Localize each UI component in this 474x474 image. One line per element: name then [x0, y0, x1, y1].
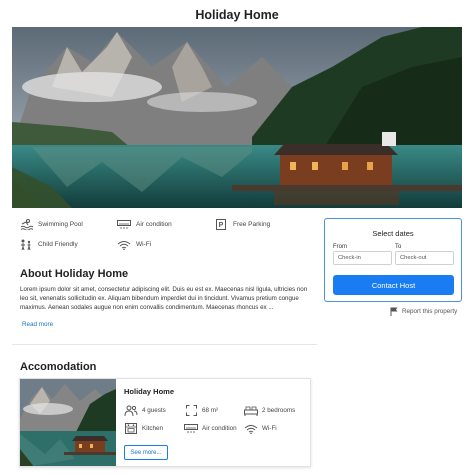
flag-icon [390, 307, 398, 316]
to-label: To [395, 244, 402, 250]
area-icon [184, 405, 198, 416]
accommodation-name: Holiday Home [124, 387, 175, 396]
feature-guests: 4 guests [124, 405, 166, 416]
select-dates-title: Select dates [372, 229, 414, 238]
amenity-free-parking: P Free Parking [214, 219, 270, 230]
air-condition-icon [117, 219, 131, 230]
feature-area: 68 m² [184, 405, 218, 416]
amenity-wifi: Wi-Fi [117, 239, 151, 250]
contact-host-button[interactable]: Contact Host [333, 275, 454, 295]
feature-air-condition: Air condition [184, 423, 237, 434]
report-label: Report this property [402, 308, 458, 315]
booking-panel: Select dates From To Check-in Check-out … [324, 218, 462, 302]
feature-bedrooms: 2 bedrooms [244, 405, 295, 416]
accommodation-card[interactable]: Holiday Home 4 guests 68 m² 2 bedrooms K… [19, 378, 311, 467]
child-friendly-icon [19, 239, 33, 250]
amenity-swimming-pool: Swimming Pool [19, 219, 83, 230]
feature-label: 68 m² [202, 407, 219, 414]
air-condition-icon [184, 423, 198, 434]
guests-icon [124, 405, 138, 416]
amenity-label: Free Parking [233, 221, 271, 228]
report-property-link[interactable]: Report this property [390, 307, 457, 316]
hero-photo[interactable] [12, 27, 462, 208]
feature-label: 2 bedrooms [262, 407, 296, 414]
page-title: Holiday Home [195, 8, 279, 22]
accommodation-photo[interactable] [20, 379, 116, 466]
wifi-icon [244, 423, 258, 434]
kitchen-icon [124, 423, 138, 434]
bed-icon [244, 405, 258, 416]
feature-label: 4 guests [142, 407, 166, 414]
feature-label: Wi-Fi [262, 425, 277, 432]
amenity-label: Swimming Pool [38, 221, 83, 228]
about-title: About Holiday Home [20, 268, 129, 280]
accommodation-title: Accomodation [20, 361, 97, 373]
amenities-list: Swimming Pool Air condition P Free Parki… [19, 219, 309, 253]
feature-kitchen: Kitchen [124, 423, 163, 434]
amenity-air-condition: Air condition [117, 219, 172, 230]
feature-label: Kitchen [142, 425, 164, 432]
feature-label: Air condition [202, 425, 237, 432]
from-label: From [333, 244, 347, 250]
see-more-button[interactable]: See more... [124, 445, 168, 460]
checkout-input[interactable]: Check-out [395, 251, 454, 265]
about-description: Lorem ipsum dolor sit amet, consectetur … [20, 286, 308, 312]
amenity-child-friendly: Child Friendly [19, 239, 78, 250]
svg-text:P: P [219, 222, 224, 229]
section-divider [12, 344, 317, 345]
wifi-icon [117, 239, 131, 250]
amenity-label: Air condition [136, 221, 172, 228]
feature-wifi: Wi-Fi [244, 423, 277, 434]
swimming-pool-icon [19, 219, 33, 230]
amenity-label: Child Friendly [38, 241, 78, 248]
amenity-label: Wi-Fi [136, 241, 152, 248]
read-more-link[interactable]: Read more [22, 321, 53, 328]
checkin-input[interactable]: Check-in [333, 251, 392, 265]
parking-icon: P [214, 219, 228, 230]
